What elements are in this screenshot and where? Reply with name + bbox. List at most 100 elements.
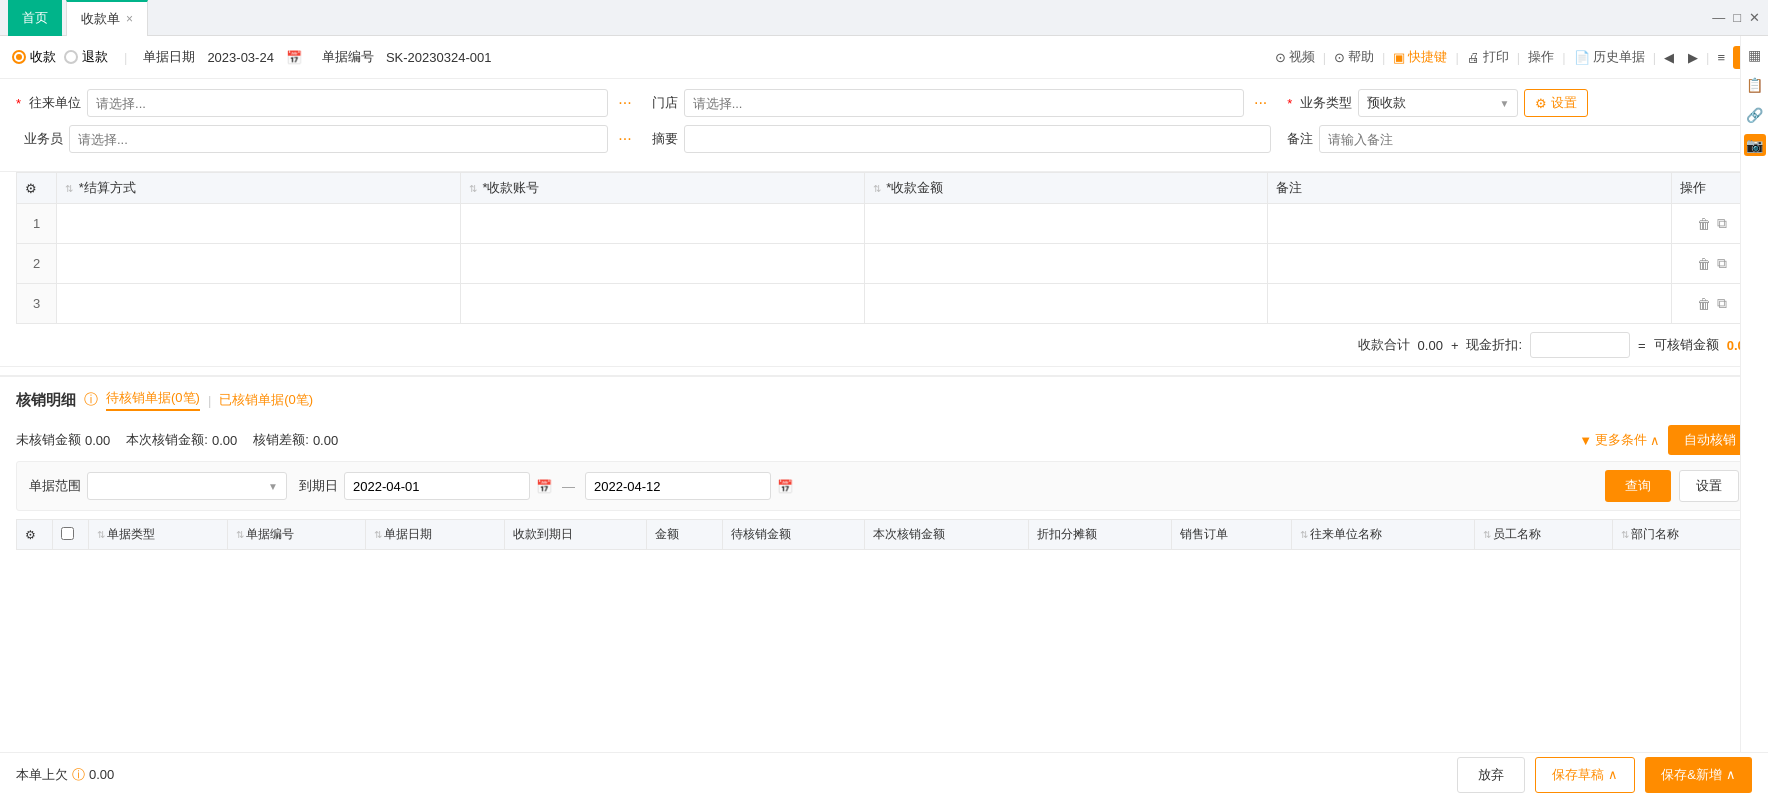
- sidebar-table-icon[interactable]: ▦: [1744, 44, 1766, 66]
- discard-btn[interactable]: 放弃: [1457, 757, 1525, 793]
- help-btn[interactable]: ⊙ 帮助: [1328, 44, 1380, 70]
- account-cell-1[interactable]: [460, 204, 864, 244]
- verify-info-icon[interactable]: ⓘ: [84, 391, 98, 409]
- account-input-3[interactable]: [461, 284, 864, 323]
- video-btn[interactable]: ⊙ 视频: [1269, 44, 1321, 70]
- settlement-cell-1[interactable]: [57, 204, 461, 244]
- history-btn[interactable]: 📄 历史单据: [1568, 44, 1651, 70]
- account-cell-2[interactable]: [460, 244, 864, 284]
- tab-current[interactable]: 收款单 ×: [66, 0, 148, 36]
- summary-label: 摘要: [652, 130, 678, 148]
- account-cell-3[interactable]: [460, 284, 864, 324]
- amount-cell-2[interactable]: [864, 244, 1268, 284]
- date-to-calendar-icon[interactable]: 📅: [777, 479, 793, 494]
- account-input-2[interactable]: [461, 244, 864, 283]
- refund-label: 退款: [82, 48, 108, 66]
- date-from-calendar-icon[interactable]: 📅: [536, 479, 552, 494]
- tab-home[interactable]: 首页: [8, 0, 62, 36]
- calendar-icon[interactable]: 📅: [286, 50, 302, 65]
- operations-btn[interactable]: 操作: [1522, 44, 1560, 70]
- help-icon: ⊙: [1334, 50, 1345, 65]
- more-conditions-btn[interactable]: ▼ 更多条件 ∧: [1579, 431, 1660, 449]
- print-btn[interactable]: 🖨 打印: [1461, 44, 1515, 70]
- notes-cell-3[interactable]: [1268, 284, 1672, 324]
- notes-cell-2[interactable]: [1268, 244, 1672, 284]
- store-more-btn[interactable]: ···: [1250, 94, 1271, 112]
- summary-input[interactable]: [684, 125, 1272, 153]
- amount-cell-3[interactable]: [864, 284, 1268, 324]
- notes-cell-1[interactable]: [1268, 204, 1672, 244]
- account-input-1[interactable]: [461, 204, 864, 243]
- notes-input-2[interactable]: [1268, 244, 1671, 283]
- copy-row-icon-3[interactable]: ⧉: [1717, 295, 1727, 312]
- nav-next-btn[interactable]: ▶: [1682, 46, 1704, 69]
- range-select[interactable]: ▼: [87, 472, 287, 500]
- bottom-info-label: 本单上欠: [16, 766, 68, 784]
- sidebar-link-icon[interactable]: 🔗: [1744, 104, 1766, 126]
- vh-counterpart: ⇅往来单位名称: [1291, 520, 1474, 550]
- copy-row-icon-1[interactable]: ⧉: [1717, 215, 1727, 232]
- settlement-cell-3[interactable]: [57, 284, 461, 324]
- uncancelled-stat: 未核销金额 0.00: [16, 431, 110, 449]
- tab-close-icon[interactable]: ×: [126, 12, 133, 26]
- done-tab[interactable]: 已核销单据(0笔): [219, 391, 313, 409]
- chevron-down-icon: ▼: [1499, 98, 1509, 109]
- total-row: 收款合计 0.00 + 现金折扣: = 可核销金额 0.00: [0, 324, 1768, 367]
- notes-input-1[interactable]: [1268, 204, 1671, 243]
- date-from-input[interactable]: [344, 472, 530, 500]
- verify-table-gear-th[interactable]: ⚙: [17, 520, 53, 550]
- verify-title-text: 核销明细: [16, 391, 76, 410]
- form-settings-btn[interactable]: ⚙ 设置: [1524, 89, 1588, 117]
- table-section: ⚙ ⇅ *结算方式 ⇅ *收款账号 ⇅ *收款金额 备注 操作: [0, 172, 1768, 324]
- discount-input[interactable]: [1530, 332, 1630, 358]
- refund-radio[interactable]: 退款: [64, 48, 108, 66]
- staff-more-btn[interactable]: ···: [614, 130, 635, 148]
- amount-input-1[interactable]: [865, 204, 1268, 243]
- save-new-btn[interactable]: 保存&新增 ∧: [1645, 757, 1752, 793]
- amount-cell-1[interactable]: [864, 204, 1268, 244]
- maximize-icon[interactable]: □: [1733, 10, 1741, 25]
- delete-row-icon-3[interactable]: 🗑: [1697, 296, 1711, 312]
- row-num-1: 1: [17, 204, 57, 244]
- date-to-input[interactable]: [585, 472, 771, 500]
- due-date-label: 到期日: [299, 477, 338, 495]
- verification-table: ⚙ ⇅单据类型 ⇅单据编号 ⇅单据日期 收款到期日 金额 待核销金额 本次核销金…: [16, 519, 1752, 550]
- delete-row-icon-1[interactable]: 🗑: [1697, 216, 1711, 232]
- close-icon[interactable]: ✕: [1749, 10, 1760, 25]
- notes-input-3[interactable]: [1268, 284, 1671, 323]
- counterpart-input[interactable]: [87, 89, 608, 117]
- settlement-input-1[interactable]: [57, 204, 460, 243]
- delete-row-icon-2[interactable]: 🗑: [1697, 256, 1711, 272]
- verify-table-check-th[interactable]: [53, 520, 89, 550]
- notes-input[interactable]: [1319, 125, 1752, 153]
- settlement-input-2[interactable]: [57, 244, 460, 283]
- form-section: * 往来单位 ··· 门店 ··· * 业务类型 预收款 ▼ ⚙: [0, 79, 1768, 172]
- copy-row-icon-2[interactable]: ⧉: [1717, 255, 1727, 272]
- menu-btn[interactable]: ≡: [1711, 46, 1731, 69]
- settlement-input-3[interactable]: [57, 284, 460, 323]
- counterpart-more-btn[interactable]: ···: [614, 94, 635, 112]
- amount-input-3[interactable]: [865, 284, 1268, 323]
- range-label: 单据范围: [29, 477, 81, 495]
- amount-input-2[interactable]: [865, 244, 1268, 283]
- bottom-info-icon[interactable]: ⓘ: [72, 766, 85, 784]
- save-draft-btn[interactable]: 保存草稿 ∧: [1535, 757, 1635, 793]
- sidebar-clipboard-icon[interactable]: 📋: [1744, 74, 1766, 96]
- settlement-cell-2[interactable]: [57, 244, 461, 284]
- receipt-radio[interactable]: 收款: [12, 48, 56, 66]
- business-type-select[interactable]: 预收款 ▼: [1358, 89, 1518, 117]
- sidebar-camera-icon[interactable]: 📷: [1744, 134, 1766, 156]
- pending-tab[interactable]: 待核销单据(0笔): [106, 389, 200, 411]
- minimize-icon[interactable]: —: [1712, 10, 1725, 25]
- staff-input[interactable]: [69, 125, 608, 153]
- select-all-checkbox[interactable]: [61, 527, 74, 540]
- query-btn[interactable]: 查询: [1605, 470, 1671, 502]
- bottom-info: 本单上欠 ⓘ 0.00: [16, 766, 114, 784]
- vh-dept: ⇅部门名称: [1613, 520, 1752, 550]
- total-value: 0.00: [1418, 338, 1443, 353]
- shortcut-btn[interactable]: ▣ 快捷键: [1387, 44, 1453, 70]
- filter-settings-btn[interactable]: 设置: [1679, 470, 1739, 502]
- nav-prev-btn[interactable]: ◀: [1658, 46, 1680, 69]
- store-input[interactable]: [684, 89, 1244, 117]
- table-gear-th[interactable]: ⚙: [17, 173, 57, 204]
